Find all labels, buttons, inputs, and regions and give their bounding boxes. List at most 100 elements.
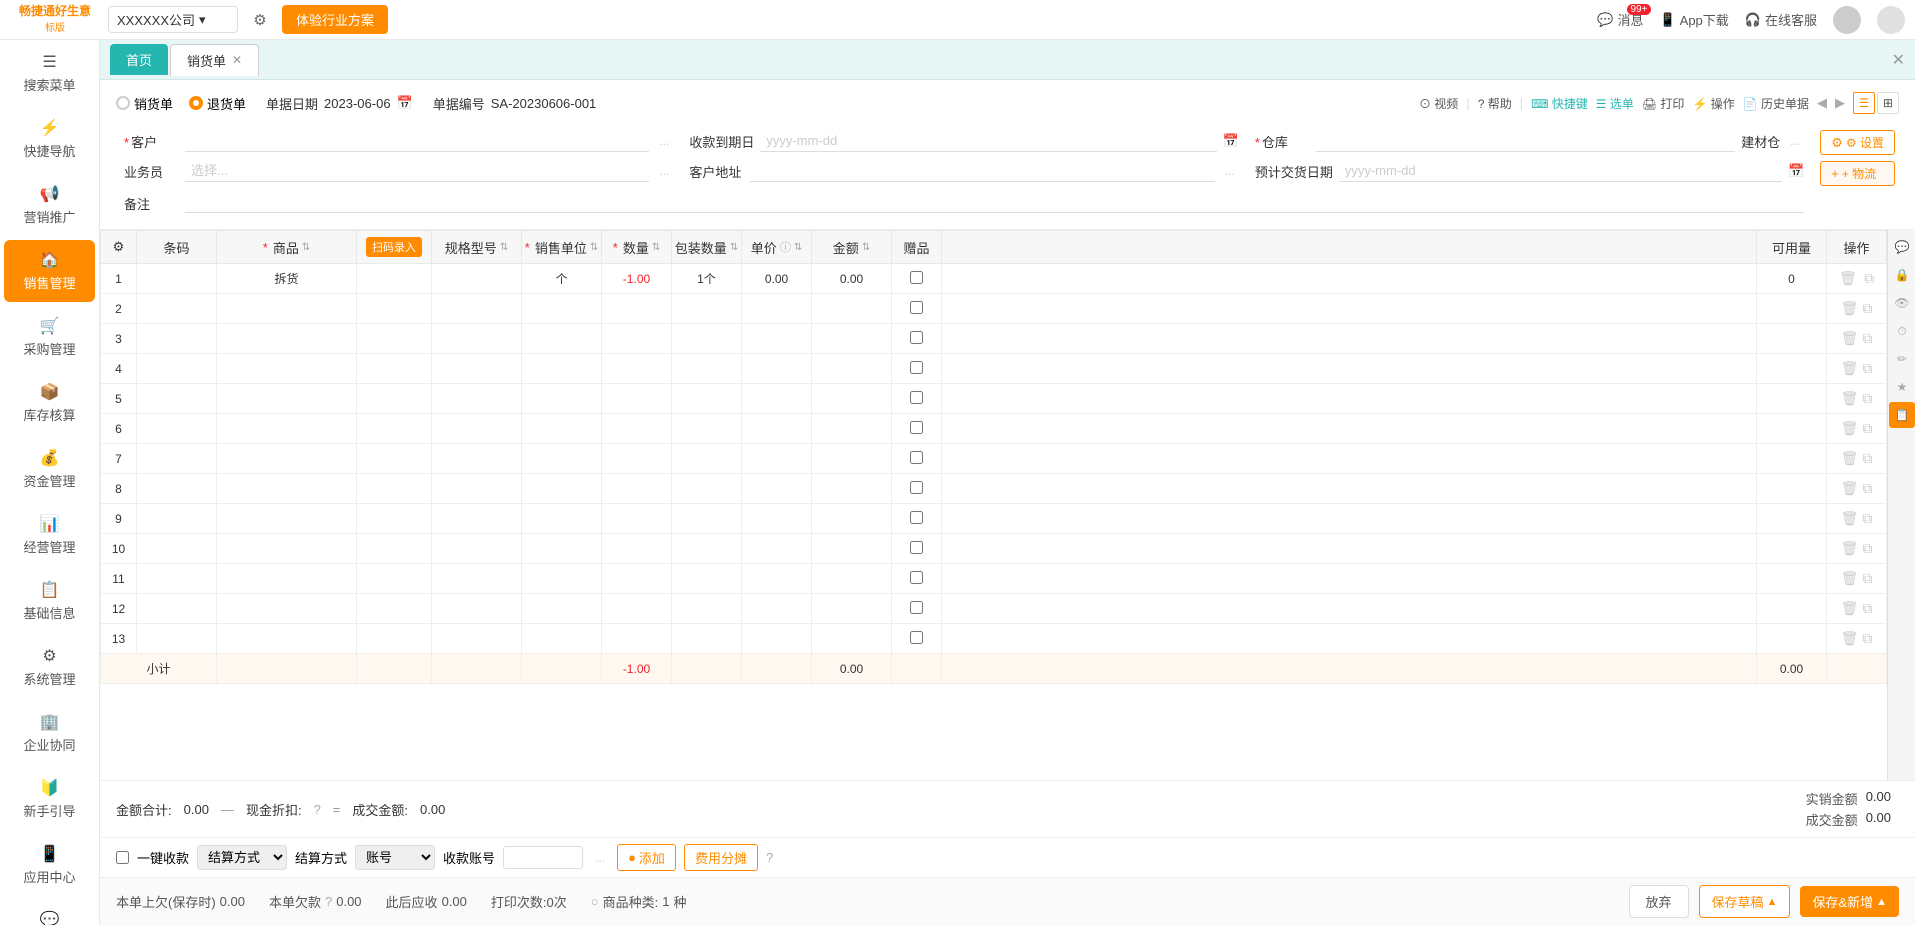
one-click-pay-checkbox[interactable] [116, 851, 129, 864]
panel-edit-icon[interactable]: ✏ [1889, 346, 1915, 372]
tab-close-icon[interactable]: ✕ [232, 53, 242, 67]
payment-account-select[interactable]: 账号 [355, 845, 435, 870]
save-new-button[interactable]: 保存&新增 ▲ [1800, 886, 1899, 917]
scan-button[interactable]: 扫码录入 [366, 237, 422, 257]
copy-row-1-icon[interactable]: ⧉ [1864, 270, 1874, 286]
customer-input[interactable] [185, 130, 649, 152]
delete-row-2-icon[interactable]: 🗑 [1841, 300, 1859, 316]
list-view-btn-grid[interactable]: ⊞ [1877, 92, 1899, 114]
copy-row-7-icon[interactable]: ⧉ [1862, 450, 1872, 466]
sidebar-item-search[interactable]: ☰ 搜索菜单 [4, 42, 95, 104]
cell-barcode-1[interactable] [137, 264, 217, 294]
delete-row-3-icon[interactable]: 🗑 [1841, 330, 1859, 346]
sidebar-item-system[interactable]: ⚙ 系统管理 [4, 636, 95, 698]
toolbar-history[interactable]: 📄 历史单据 [1743, 95, 1809, 112]
panel-star-icon[interactable]: ★ [1889, 374, 1915, 400]
nav-next-icon[interactable]: ▶ [1835, 95, 1845, 111]
panel-lock-icon[interactable]: 🔒 [1889, 262, 1915, 288]
note-input[interactable] [185, 191, 1804, 213]
sidebar-item-newbie[interactable]: 🔰 新手引导 [4, 768, 95, 830]
discount-help-icon[interactable]: ? [314, 802, 321, 817]
delete-row-12-icon[interactable]: 🗑 [1841, 600, 1859, 616]
avatar[interactable] [1833, 6, 1861, 34]
cell-unit-1[interactable]: 个 [522, 264, 602, 294]
copy-row-5-icon[interactable]: ⧉ [1862, 390, 1872, 406]
customer-more-btn[interactable]: ... [655, 134, 673, 148]
customer-addr-input[interactable] [750, 160, 1214, 182]
save-draft-button[interactable]: 保存草稿 ▲ [1699, 885, 1791, 918]
panel-eye-icon[interactable]: 👁 [1889, 290, 1915, 316]
customer-addr-more-btn[interactable]: ... [1221, 164, 1239, 178]
sidebar-item-basic[interactable]: 📋 基础信息 [4, 570, 95, 632]
amount-more-btn[interactable]: ... [591, 851, 609, 865]
app-download-btn[interactable]: 📱 App下载 [1659, 10, 1728, 29]
cell-gift-1[interactable] [892, 264, 942, 294]
toolbar-video[interactable]: ⊙ 视频 [1419, 95, 1458, 112]
message-btn[interactable]: 💬 消息 99+ [1597, 10, 1643, 29]
copy-row-12-icon[interactable]: ⧉ [1862, 600, 1872, 616]
expected-date-calendar-icon[interactable]: 📅 [1788, 163, 1804, 179]
payment-help-icon[interactable]: ? [766, 850, 773, 865]
sidebar-item-enterprise[interactable]: 🏢 企业协同 [4, 702, 95, 764]
nav-prev-icon[interactable]: ◀ [1817, 95, 1827, 111]
settings-button[interactable]: ⚙ ⚙ 设置 [1820, 130, 1895, 155]
sidebar-item-finance[interactable]: 💰 资金管理 [4, 438, 95, 500]
copy-row-2-icon[interactable]: ⧉ [1862, 300, 1872, 316]
toolbar-shortcut[interactable]: ⌨ 快捷键 [1531, 95, 1588, 112]
experience-button[interactable]: 体验行业方案 [282, 5, 388, 34]
cell-pkg-1[interactable]: 1个 [672, 264, 742, 294]
copy-row-13-icon[interactable]: ⧉ [1862, 630, 1872, 646]
gift-checkbox-10[interactable] [910, 541, 923, 554]
panel-action-icon[interactable]: 📋 [1889, 402, 1915, 428]
receive-date-input[interactable] [760, 130, 1216, 152]
expected-date-input[interactable] [1339, 160, 1782, 182]
calendar-icon[interactable]: 📅 [397, 95, 413, 111]
gift-checkbox-13[interactable] [910, 631, 923, 644]
receive-date-calendar-icon[interactable]: 📅 [1223, 133, 1239, 149]
delete-row-10-icon[interactable]: 🗑 [1841, 540, 1859, 556]
delete-row-9-icon[interactable]: 🗑 [1841, 510, 1859, 526]
tab-home[interactable]: 首页 [110, 44, 168, 75]
gift-checkbox-7[interactable] [910, 451, 923, 464]
gift-checkbox-1[interactable] [910, 271, 923, 284]
delete-row-5-icon[interactable]: 🗑 [1841, 390, 1859, 406]
salesperson-more-btn[interactable]: ... [655, 164, 673, 178]
copy-row-3-icon[interactable]: ⧉ [1862, 330, 1872, 346]
payment-method-select[interactable]: 结算方式 [197, 845, 287, 870]
copy-row-10-icon[interactable]: ⧉ [1862, 540, 1872, 556]
payment-amount-input[interactable] [503, 846, 583, 869]
delete-row-11-icon[interactable]: 🗑 [1841, 570, 1859, 586]
warehouse-input[interactable] [1316, 130, 1735, 152]
gift-checkbox-2[interactable] [910, 301, 923, 314]
col-gear[interactable]: ⚙ [101, 231, 137, 264]
copy-row-8-icon[interactable]: ⧉ [1862, 480, 1872, 496]
delete-row-7-icon[interactable]: 🗑 [1841, 450, 1859, 466]
copy-row-4-icon[interactable]: ⧉ [1862, 360, 1872, 376]
sidebar-item-wechat[interactable]: 💬 企业微信 [4, 900, 95, 925]
delete-row-8-icon[interactable]: 🗑 [1841, 480, 1859, 496]
gift-checkbox-6[interactable] [910, 421, 923, 434]
radio-return[interactable]: 退货单 [189, 94, 246, 113]
avatar2[interactable] [1877, 6, 1905, 34]
sidebar-item-shortcut[interactable]: ⚡ 快捷导航 [4, 108, 95, 170]
radio-sale[interactable]: 销货单 [116, 94, 173, 113]
abandon-button[interactable]: 放弃 [1629, 885, 1689, 918]
company-selector[interactable]: XXXXXX公司 ▾ [108, 6, 238, 33]
tab-sales-order[interactable]: 销货单 ✕ [170, 44, 259, 76]
gift-checkbox-8[interactable] [910, 481, 923, 494]
copy-row-9-icon[interactable]: ⧉ [1862, 510, 1872, 526]
toolbar-choose[interactable]: ☰ 选单 [1596, 95, 1634, 112]
salesperson-input[interactable] [185, 160, 649, 182]
copy-row-6-icon[interactable]: ⧉ [1862, 420, 1872, 436]
add-payment-button[interactable]: ● 添加 [617, 844, 676, 871]
gift-checkbox-5[interactable] [910, 391, 923, 404]
sidebar-item-appcenter[interactable]: 📱 应用中心 [4, 834, 95, 896]
online-service-btn[interactable]: 🎧 在线客服 [1745, 10, 1817, 29]
sidebar-item-inventory[interactable]: 📦 库存核算 [4, 372, 95, 434]
gift-checkbox-9[interactable] [910, 511, 923, 524]
gift-checkbox-11[interactable] [910, 571, 923, 584]
sidebar-item-marketing[interactable]: 📢 营销推广 [4, 174, 95, 236]
settings-icon[interactable]: ⚙ [246, 6, 274, 34]
cell-price-1[interactable]: 0.00 [742, 264, 812, 294]
sidebar-item-sales[interactable]: 🏠 销售管理 [4, 240, 95, 302]
